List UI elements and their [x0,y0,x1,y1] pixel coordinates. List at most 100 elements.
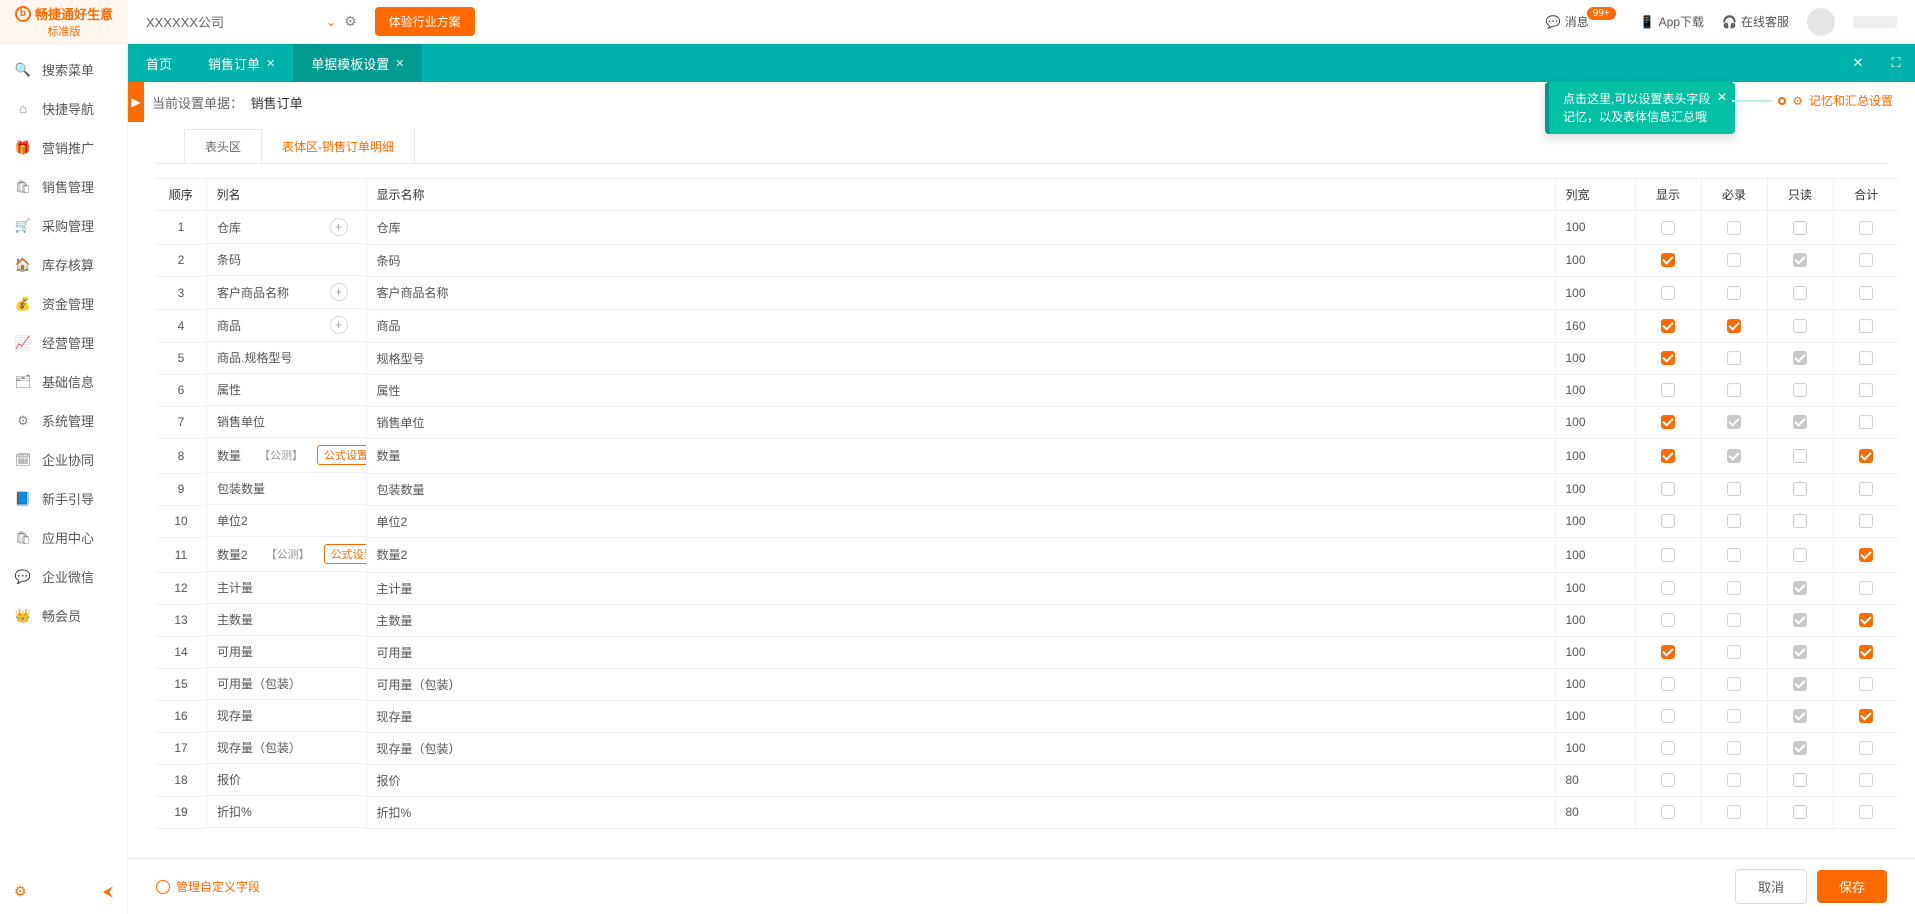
checkbox[interactable] [1727,709,1741,723]
cell-display[interactable]: 客户商品名称 [366,276,1555,309]
sidebar-item-14[interactable]: 👑畅会员 [0,596,127,635]
checkbox[interactable] [1661,221,1675,235]
subtab-1[interactable]: 表体区-销售订单明细 [261,128,415,163]
cell-width[interactable]: 100 [1555,668,1635,700]
tabs-close-all-icon[interactable]: ✕ [1839,44,1877,82]
checkbox[interactable] [1727,773,1741,787]
cell-width[interactable]: 100 [1555,374,1635,406]
cell-display[interactable]: 折扣% [366,796,1555,828]
checkbox[interactable] [1727,221,1741,235]
checkbox[interactable] [1661,677,1675,691]
cell-display[interactable]: 规格型号 [366,342,1555,374]
checkbox[interactable] [1661,773,1675,787]
checkbox[interactable] [1727,805,1741,819]
tab-0[interactable]: 首页 [128,44,190,82]
sidebar-item-11[interactable]: 📘新手引导 [0,479,127,518]
checkbox[interactable] [1727,286,1741,300]
checkbox[interactable] [1661,415,1675,429]
cell-display[interactable]: 主数量 [366,604,1555,636]
subtab-0[interactable]: 表头区 [184,129,262,163]
cancel-button[interactable]: 取消 [1735,869,1807,904]
download-link[interactable]: 📱 App下载 [1640,13,1704,30]
cell-width[interactable]: 100 [1555,406,1635,438]
expand-plus-icon[interactable]: + [330,218,348,236]
checkbox[interactable] [1661,383,1675,397]
checkbox[interactable] [1661,645,1675,659]
sidebar-item-5[interactable]: 🏠库存核算 [0,245,127,284]
cell-width[interactable]: 100 [1555,244,1635,276]
cell-display[interactable]: 可用量 [366,636,1555,668]
checkbox[interactable] [1661,548,1675,562]
checkbox[interactable] [1661,613,1675,627]
sidebar-item-7[interactable]: 📈经营管理 [0,323,127,362]
checkbox[interactable] [1727,482,1741,496]
checkbox[interactable] [1859,221,1873,235]
checkbox[interactable] [1661,709,1675,723]
checkbox[interactable] [1727,351,1741,365]
cell-width[interactable]: 100 [1555,276,1635,309]
cell-display[interactable]: 现存量（包装） [366,732,1555,764]
sidebar-item-3[interactable]: 🛍销售管理 [0,167,127,206]
checkbox[interactable] [1859,677,1873,691]
cell-display[interactable]: 仓库 [366,211,1555,245]
sidebar-item-0[interactable]: 🔍搜索菜单 [0,50,127,89]
checkbox[interactable] [1661,482,1675,496]
sidebar-collapse-icon[interactable]: ⮜ [103,883,113,900]
context-expand-handle[interactable]: ▶ [128,82,144,122]
manage-custom-fields-link[interactable]: 管理自定义字段 [156,878,260,895]
cell-width[interactable]: 100 [1555,636,1635,668]
checkbox[interactable] [1859,548,1873,562]
checkbox[interactable] [1859,773,1873,787]
memory-summary-link[interactable]: ⚙ 记忆和汇总设置 [1732,92,1893,109]
checkbox[interactable] [1859,383,1873,397]
expand-plus-icon[interactable]: + [330,283,348,301]
checkbox[interactable] [1793,449,1807,463]
cell-display[interactable]: 可用量（包装） [366,668,1555,700]
cell-width[interactable]: 100 [1555,572,1635,604]
cell-width[interactable]: 100 [1555,438,1635,473]
formula-link[interactable]: 公式设置 [324,544,366,564]
checkbox[interactable] [1859,514,1873,528]
cell-width[interactable]: 100 [1555,732,1635,764]
cell-display[interactable]: 报价 [366,764,1555,796]
sidebar-item-4[interactable]: 🛒采购管理 [0,206,127,245]
checkbox[interactable] [1859,449,1873,463]
checkbox[interactable] [1859,415,1873,429]
checkbox[interactable] [1859,613,1873,627]
checkbox[interactable] [1859,286,1873,300]
checkbox[interactable] [1859,741,1873,755]
checkbox[interactable] [1793,383,1807,397]
checkbox[interactable] [1727,613,1741,627]
checkbox[interactable] [1727,253,1741,267]
checkbox[interactable] [1661,805,1675,819]
checkbox[interactable] [1793,805,1807,819]
save-button[interactable]: 保存 [1817,870,1887,903]
cell-display[interactable]: 数量2 [366,537,1555,572]
checkbox[interactable] [1661,449,1675,463]
service-link[interactable]: 🎧 在线客服 [1722,13,1789,30]
checkbox[interactable] [1793,286,1807,300]
sidebar-item-10[interactable]: 🗓企业协同 [0,440,127,479]
checkbox[interactable] [1661,351,1675,365]
checkbox[interactable] [1727,645,1741,659]
checkbox[interactable] [1859,319,1873,333]
cell-display[interactable]: 主计量 [366,572,1555,604]
cell-display[interactable]: 包装数量 [366,473,1555,505]
cell-width[interactable]: 100 [1555,604,1635,636]
sidebar-item-12[interactable]: 🛍应用中心 [0,518,127,557]
cell-display[interactable]: 属性 [366,374,1555,406]
checkbox[interactable] [1793,548,1807,562]
hint-close-icon[interactable]: ✕ [1717,88,1727,106]
checkbox[interactable] [1727,514,1741,528]
trial-button[interactable]: 体验行业方案 [375,7,475,36]
cell-width[interactable]: 80 [1555,764,1635,796]
cell-width[interactable]: 160 [1555,309,1635,342]
checkbox[interactable] [1661,741,1675,755]
sidebar-item-8[interactable]: 🗂基础信息 [0,362,127,401]
sidebar-item-9[interactable]: ⚙系统管理 [0,401,127,440]
cell-display[interactable]: 条码 [366,244,1555,276]
checkbox[interactable] [1859,482,1873,496]
checkbox[interactable] [1727,319,1741,333]
checkbox[interactable] [1859,253,1873,267]
checkbox[interactable] [1859,581,1873,595]
